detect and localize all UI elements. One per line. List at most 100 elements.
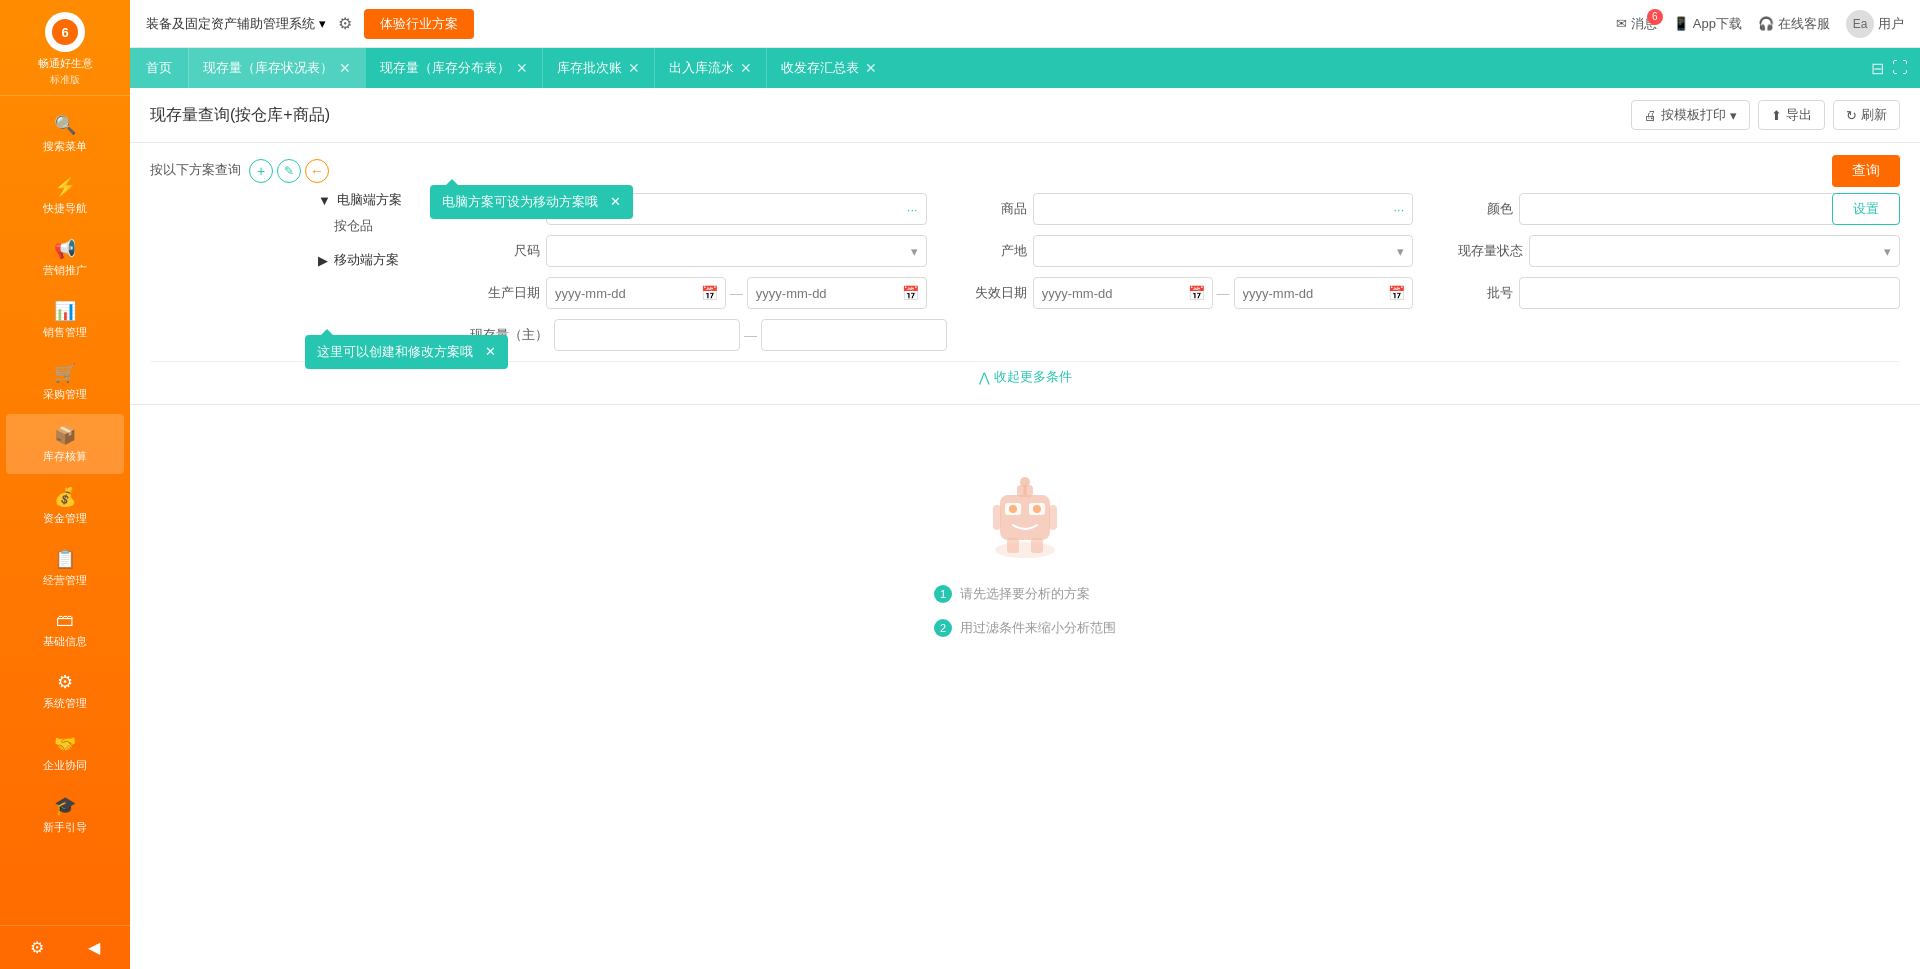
online-support-item[interactable]: 🎧 在线客服 (1758, 15, 1830, 33)
tab-inout-flow[interactable]: 出入库流水 ✕ (654, 48, 766, 88)
scheme-group-desktop-header[interactable]: ▼ 电脑端方案 (318, 187, 402, 213)
sidebar-settings-btn[interactable]: ⚙ (30, 938, 44, 957)
sidebar-item-collab[interactable]: 🤝 企业协同 (6, 723, 124, 783)
guide-icon: 🎓 (54, 795, 76, 817)
tab-inventory-status[interactable]: 现存量（库存状况表） ✕ (188, 48, 365, 88)
message-badge: 6 (1647, 9, 1663, 25)
system-icon: ⚙ (57, 671, 73, 693)
query-button[interactable]: 查询 (1832, 155, 1900, 187)
sidebar-item-marketing[interactable]: 📢 营销推广 (6, 228, 124, 288)
sidebar-item-operations[interactable]: 📋 经营管理 (6, 538, 124, 598)
tab-inventory-status-close[interactable]: ✕ (339, 61, 351, 75)
sidebar-item-purchase-label: 采购管理 (43, 387, 87, 402)
settings-icon[interactable]: ⚙ (338, 14, 352, 33)
sidebar: 6 畅通好生意 标准版 🔍 搜索菜单 ⚡ 快捷导航 📢 营销推广 📊 销售管理 … (0, 0, 130, 969)
collapse-label: 收起更多条件 (994, 368, 1072, 386)
sidebar-item-system[interactable]: ⚙ 系统管理 (6, 661, 124, 721)
product-select-ellipsis: ··· (1393, 202, 1404, 217)
content-area: 现存量查询(按仓库+商品) 🖨 按模板打印 ▾ ⬆ 导出 ↻ 刷新 (130, 88, 1920, 969)
svg-text:6: 6 (61, 25, 68, 40)
filter-grid-row1: 仓库 ··· 商品 ··· 颜色 (150, 193, 1900, 225)
filter-origin-select[interactable]: ▾ (1033, 235, 1414, 267)
tab-maximize-btn[interactable]: ⛶ (1892, 59, 1908, 77)
tab-summary-close[interactable]: ✕ (865, 61, 877, 75)
sidebar-item-marketing-label: 营销推广 (43, 263, 87, 278)
collapse-up-icon: ⋀ (979, 370, 990, 385)
filter-stock-main: 现存量（主） — (470, 319, 947, 351)
tab-batch-account-close[interactable]: ✕ (628, 61, 640, 75)
sidebar-item-inventory[interactable]: 📦 库存核算 (6, 414, 124, 474)
origin-select-arrow: ▾ (1397, 244, 1404, 259)
exp-date-to-input[interactable] (1234, 277, 1414, 309)
refresh-btn[interactable]: ↻ 刷新 (1833, 100, 1900, 130)
sidebar-item-collab-label: 企业协同 (43, 758, 87, 773)
sidebar-item-search-label: 搜索菜单 (43, 139, 87, 154)
operations-icon: 📋 (54, 548, 76, 570)
filter-product-select[interactable]: ··· (1033, 193, 1414, 225)
exp-date-from-input[interactable] (1033, 277, 1213, 309)
tab-home[interactable]: 首页 (130, 48, 188, 88)
sidebar-item-search[interactable]: 🔍 搜索菜单 (6, 104, 124, 164)
filter-stock-from-input[interactable] (554, 319, 740, 351)
step-2-label: 用过滤条件来缩小分析范围 (960, 615, 1116, 641)
filter-batch-input[interactable] (1519, 277, 1900, 309)
sidebar-item-purchase[interactable]: 🛒 采购管理 (6, 352, 124, 412)
tooltip-scheme-setting-close[interactable]: ✕ (610, 194, 621, 209)
edit-scheme-btn[interactable]: ✎ (277, 159, 301, 183)
marketing-icon: 📢 (54, 238, 76, 260)
filter-scheme-label: 按以下方案查询 (150, 161, 241, 179)
filter-inv-status-select[interactable]: ▾ (1529, 235, 1900, 267)
tooltip-create-scheme-close[interactable]: ✕ (485, 344, 496, 359)
tab-summary[interactable]: 收发存汇总表 ✕ (766, 48, 891, 88)
dropdown-arrow-icon: ▾ (319, 16, 326, 31)
tab-inventory-dist-close[interactable]: ✕ (516, 61, 528, 75)
add-scheme-btn[interactable]: + (249, 159, 273, 183)
filter-stock-to-input[interactable] (761, 319, 947, 351)
tab-batch-account[interactable]: 库存批次账 ✕ (542, 48, 654, 88)
print-btn[interactable]: 🖨 按模板打印 ▾ (1631, 100, 1750, 130)
prod-date-to-input[interactable] (747, 277, 927, 309)
prod-date-sep: — (730, 286, 743, 301)
filter-color-label: 颜色 (1443, 200, 1513, 218)
filter-batch: 批号 (1443, 277, 1900, 309)
filter-size-label: 尺码 (470, 242, 540, 260)
system-title: 装备及固定资产辅助管理系统 (146, 15, 315, 33)
prod-date-from-input[interactable] (546, 277, 726, 309)
sidebar-item-quicknav[interactable]: ⚡ 快捷导航 (6, 166, 124, 226)
sidebar-item-sales[interactable]: 📊 销售管理 (6, 290, 124, 350)
filter-scheme-actions: + ✎ ← (249, 159, 329, 183)
filter-size-select[interactable]: ▾ (546, 235, 927, 267)
filter-grid-row2: 尺码 ▾ 产地 ▾ 现存量状态 (150, 235, 1900, 267)
sidebar-item-sales-label: 销售管理 (43, 325, 87, 340)
filter-origin: 产地 ▾ (957, 235, 1414, 267)
sidebar-item-basic-info[interactable]: 🗃 基础信息 (6, 600, 124, 659)
scheme-group-mobile: ▶ 移动端方案 (318, 247, 402, 273)
scheme-group-desktop: ▼ 电脑端方案 按仓品 (318, 187, 402, 239)
sidebar-item-guide[interactable]: 🎓 新手引导 (6, 785, 124, 845)
sidebar-item-finance[interactable]: 💰 资金管理 (6, 476, 124, 536)
tab-inventory-status-label: 现存量（库存状况表） (203, 59, 333, 77)
top-header: 装备及固定资产辅助管理系统 ▾ ⚙ 体验行业方案 ✉ 消息 6 📱 App下载 … (130, 0, 1920, 48)
sidebar-collapse-btn[interactable]: ◀ (88, 938, 100, 957)
sidebar-item-inventory-label: 库存核算 (43, 449, 87, 464)
svg-point-7 (1033, 505, 1041, 513)
tab-minimize-btn[interactable]: ⊟ (1871, 59, 1884, 78)
page-title: 现存量查询(按仓库+商品) (150, 105, 330, 126)
export-btn[interactable]: ⬆ 导出 (1758, 100, 1825, 130)
print-dropdown-icon: ▾ (1730, 108, 1737, 123)
scheme-item-by-warehouse[interactable]: 按仓品 (318, 213, 402, 239)
tab-inventory-dist[interactable]: 现存量（库存分布表） ✕ (365, 48, 542, 88)
tab-batch-account-label: 库存批次账 (557, 59, 622, 77)
tab-inout-flow-close[interactable]: ✕ (740, 61, 752, 75)
industry-btn[interactable]: 体验行业方案 (364, 9, 474, 39)
back-scheme-btn[interactable]: ← (305, 159, 329, 183)
app-download-item[interactable]: 📱 App下载 (1673, 15, 1742, 33)
reset-button[interactable]: 设置 (1832, 193, 1900, 225)
message-item[interactable]: ✉ 消息 6 (1616, 15, 1657, 33)
stock-sep: — (744, 328, 757, 343)
user-item[interactable]: Ea 用户 (1846, 10, 1904, 38)
scheme-group-mobile-header[interactable]: ▶ 移动端方案 (318, 247, 402, 273)
system-title-dropdown[interactable]: 装备及固定资产辅助管理系统 ▾ (146, 15, 326, 33)
print-icon: 🖨 (1644, 108, 1657, 123)
quicknav-icon: ⚡ (54, 176, 76, 198)
